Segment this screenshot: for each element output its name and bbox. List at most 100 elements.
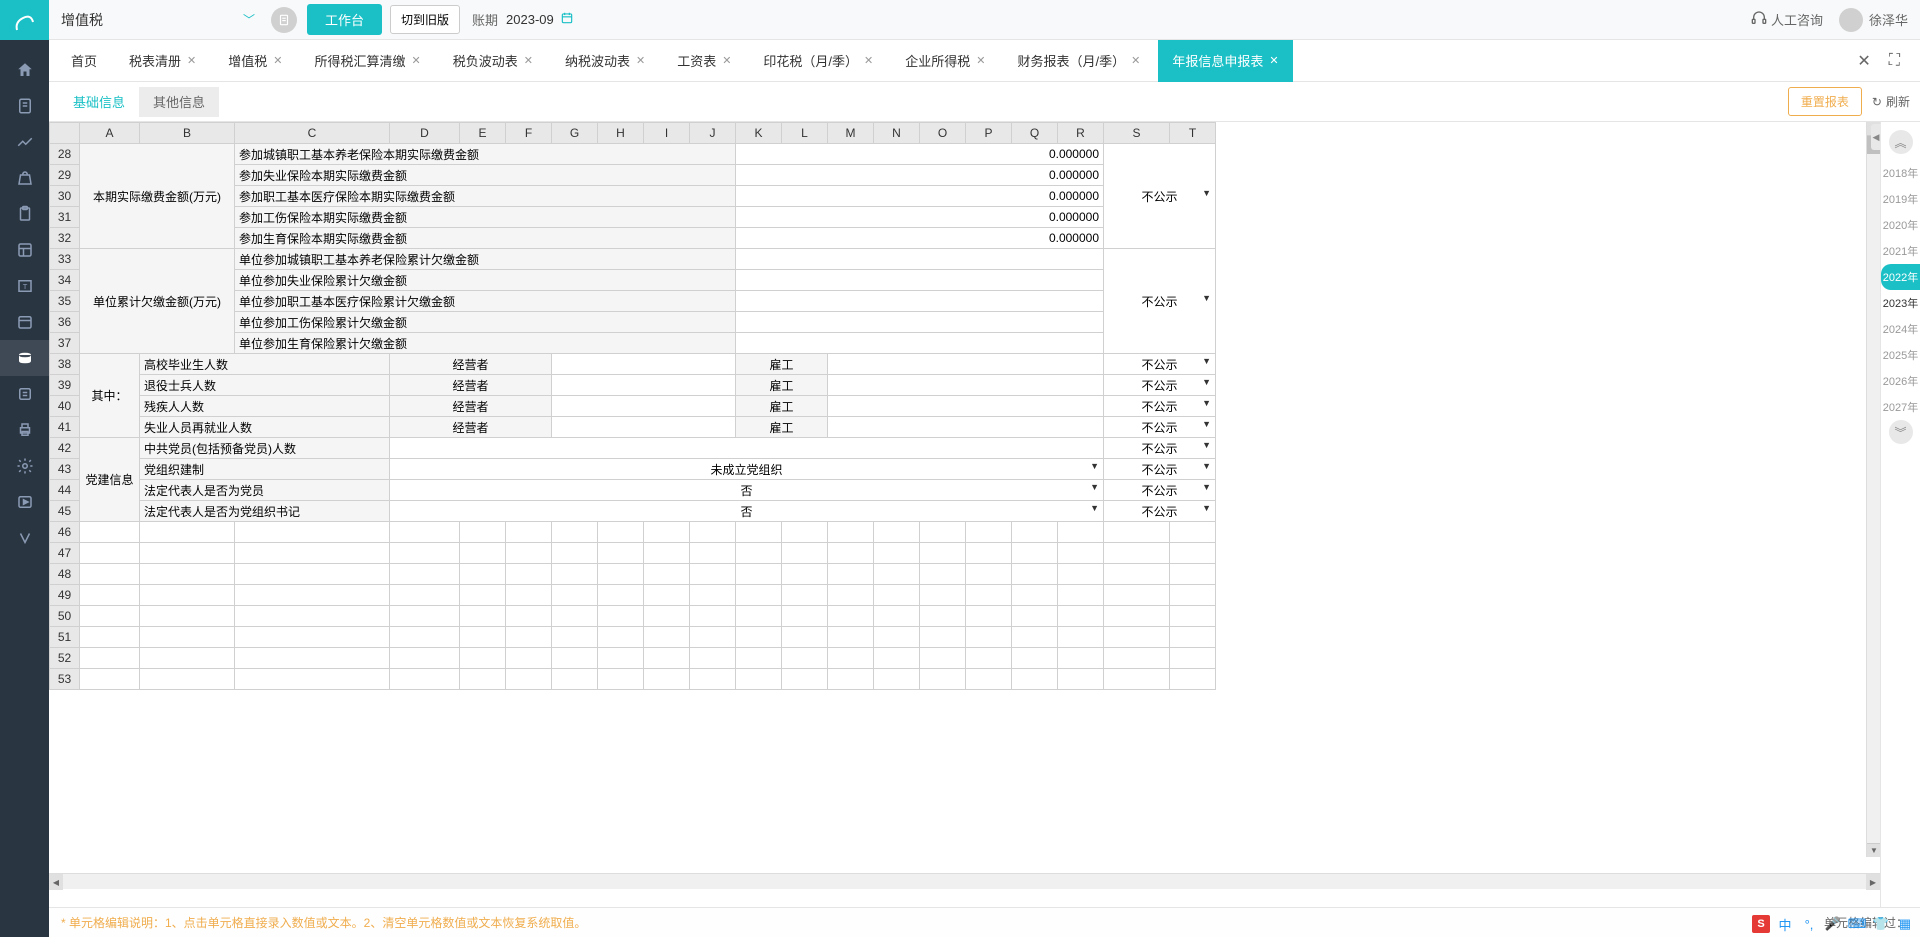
vertical-scrollbar[interactable]: ▲ ▼ xyxy=(1866,122,1880,857)
sub-label[interactable]: 经营者 xyxy=(390,375,552,396)
disclosure-dropdown[interactable]: 不公示▼ xyxy=(1104,417,1216,438)
row-label[interactable]: 高校毕业生人数 xyxy=(140,354,390,375)
col-head[interactable]: Q xyxy=(1012,123,1058,144)
row-label[interactable]: 参加职工基本医疗保险本期实际缴费金额 xyxy=(235,186,736,207)
sub-label[interactable]: 雇工 xyxy=(736,354,828,375)
year-item[interactable]: 2020年 xyxy=(1881,212,1920,238)
ime-lang-icon[interactable]: 中 xyxy=(1776,915,1794,933)
value-cell[interactable] xyxy=(736,270,1104,291)
nav-exchange[interactable] xyxy=(0,376,49,412)
sub-label[interactable]: 经营者 xyxy=(390,354,552,375)
disclosure-dropdown[interactable]: 不公示▼ xyxy=(1104,375,1216,396)
tab-payment[interactable]: 纳税波动表✕ xyxy=(551,40,659,82)
row-label[interactable]: 参加失业保险本期实际缴费金额 xyxy=(235,165,736,186)
disclosure-dropdown[interactable]: 不公示▼ xyxy=(1104,249,1216,354)
value-cell[interactable] xyxy=(552,396,736,417)
col-head[interactable]: O xyxy=(920,123,966,144)
col-head[interactable]: S xyxy=(1104,123,1170,144)
col-head[interactable]: D xyxy=(390,123,460,144)
col-head[interactable]: A xyxy=(80,123,140,144)
ime-keyboard-icon[interactable]: ⌨ xyxy=(1848,915,1866,933)
row-label[interactable]: 残疾人人数 xyxy=(140,396,390,417)
period-value[interactable]: 2023-09 xyxy=(506,12,554,27)
tab-stamp[interactable]: 印花税（月/季）✕ xyxy=(749,40,887,82)
row-label[interactable]: 单位参加职工基本医疗保险累计欠缴金额 xyxy=(235,291,736,312)
sub-label[interactable]: 经营者 xyxy=(390,396,552,417)
value-cell[interactable]: 0.000000 xyxy=(736,207,1104,228)
close-icon[interactable]: ✕ xyxy=(636,54,645,67)
col-head[interactable]: L xyxy=(782,123,828,144)
tab-burden[interactable]: 税负波动表✕ xyxy=(439,40,547,82)
disclosure-dropdown[interactable]: 不公示▼ xyxy=(1104,501,1216,522)
disclosure-dropdown[interactable]: 不公示▼ xyxy=(1104,459,1216,480)
col-head[interactable]: K xyxy=(736,123,782,144)
value-cell[interactable] xyxy=(390,438,1104,459)
disclosure-dropdown[interactable]: 不公示▼ xyxy=(1104,144,1216,249)
value-cell[interactable] xyxy=(828,375,1104,396)
subtab-other[interactable]: 其他信息 xyxy=(139,87,219,117)
close-icon[interactable]: ✕ xyxy=(412,54,421,67)
col-head[interactable]: M xyxy=(828,123,874,144)
row-label[interactable]: 单位参加城镇职工基本养老保险累计欠缴金额 xyxy=(235,249,736,270)
year-item[interactable]: 2019年 xyxy=(1881,186,1920,212)
col-head[interactable]: R xyxy=(1058,123,1104,144)
tab-salary[interactable]: 工资表✕ xyxy=(663,40,745,82)
sub-label[interactable]: 雇工 xyxy=(736,375,828,396)
ime-mic-icon[interactable]: 🎤 xyxy=(1824,915,1842,933)
group-label[interactable]: 单位累计欠缴金额(万元) xyxy=(80,249,235,354)
disclosure-dropdown[interactable]: 不公示▼ xyxy=(1104,354,1216,375)
value-cell[interactable] xyxy=(552,354,736,375)
close-all-icon[interactable]: ✕ xyxy=(1853,47,1874,75)
year-item[interactable]: 2027年 xyxy=(1881,394,1920,420)
value-dropdown[interactable]: 未成立党组织▼ xyxy=(390,459,1104,480)
group-label[interactable]: 其中： xyxy=(80,354,140,438)
nav-v[interactable] xyxy=(0,520,49,556)
year-item[interactable]: 2023年 xyxy=(1881,290,1920,316)
reset-button[interactable]: 重置报表 xyxy=(1788,87,1862,116)
col-head[interactable]: H xyxy=(598,123,644,144)
value-cell[interactable]: 0.000000 xyxy=(736,186,1104,207)
group-label[interactable]: 本期实际缴费金额(万元) xyxy=(80,144,235,249)
ime-skin-icon[interactable]: 👕 xyxy=(1872,915,1890,933)
col-head[interactable]: G xyxy=(552,123,598,144)
disclosure-dropdown[interactable]: 不公示▼ xyxy=(1104,480,1216,501)
nav-chart[interactable] xyxy=(0,124,49,160)
col-head[interactable]: B xyxy=(140,123,235,144)
value-dropdown[interactable]: 否▼ xyxy=(390,480,1104,501)
year-item[interactable]: 2018年 xyxy=(1881,160,1920,186)
close-icon[interactable]: ✕ xyxy=(187,54,196,67)
nav-print[interactable] xyxy=(0,412,49,448)
scroll-right-icon[interactable]: ▶ xyxy=(1866,874,1880,890)
close-icon[interactable]: ✕ xyxy=(1131,54,1140,67)
value-cell[interactable] xyxy=(552,417,736,438)
row-label[interactable]: 参加生育保险本期实际缴费金额 xyxy=(235,228,736,249)
row-label[interactable]: 单位参加工伤保险累计欠缴金额 xyxy=(235,312,736,333)
row-label[interactable]: 中共党员(包括预备党员)人数 xyxy=(140,438,390,459)
col-head[interactable]: I xyxy=(644,123,690,144)
nav-form[interactable] xyxy=(0,232,49,268)
row-label[interactable]: 参加工伤保险本期实际缴费金额 xyxy=(235,207,736,228)
refresh-button[interactable]: ↻刷新 xyxy=(1872,87,1910,116)
value-cell[interactable] xyxy=(736,249,1104,270)
year-item[interactable]: 2026年 xyxy=(1881,368,1920,394)
row-label[interactable]: 单位参加生育保险累计欠缴金额 xyxy=(235,333,736,354)
disclosure-dropdown[interactable]: 不公示▼ xyxy=(1104,438,1216,459)
subtab-basic[interactable]: 基础信息 xyxy=(59,87,139,117)
nav-doc[interactable] xyxy=(0,88,49,124)
close-icon[interactable]: ✕ xyxy=(273,54,282,67)
ime-toolbox-icon[interactable]: ▦ xyxy=(1896,915,1914,933)
year-item[interactable]: 2024年 xyxy=(1881,316,1920,342)
expand-icon[interactable]: ⛶ xyxy=(1885,48,1904,74)
row-label[interactable]: 法定代表人是否为党组织书记 xyxy=(140,501,390,522)
row-label[interactable]: 党组织建制 xyxy=(140,459,390,480)
sub-label[interactable]: 雇工 xyxy=(736,417,828,438)
value-cell[interactable] xyxy=(736,333,1104,354)
tab-annual[interactable]: 年报信息申报表✕ xyxy=(1158,40,1292,82)
year-item[interactable]: 2025年 xyxy=(1881,342,1920,368)
ime-punct-icon[interactable]: °, xyxy=(1800,915,1818,933)
spreadsheet[interactable]: A B C D E F G H I J K L M xyxy=(49,122,1880,907)
col-head[interactable]: T xyxy=(1170,123,1216,144)
disclosure-dropdown[interactable]: 不公示▼ xyxy=(1104,396,1216,417)
value-cell[interactable] xyxy=(828,396,1104,417)
col-head[interactable]: J xyxy=(690,123,736,144)
